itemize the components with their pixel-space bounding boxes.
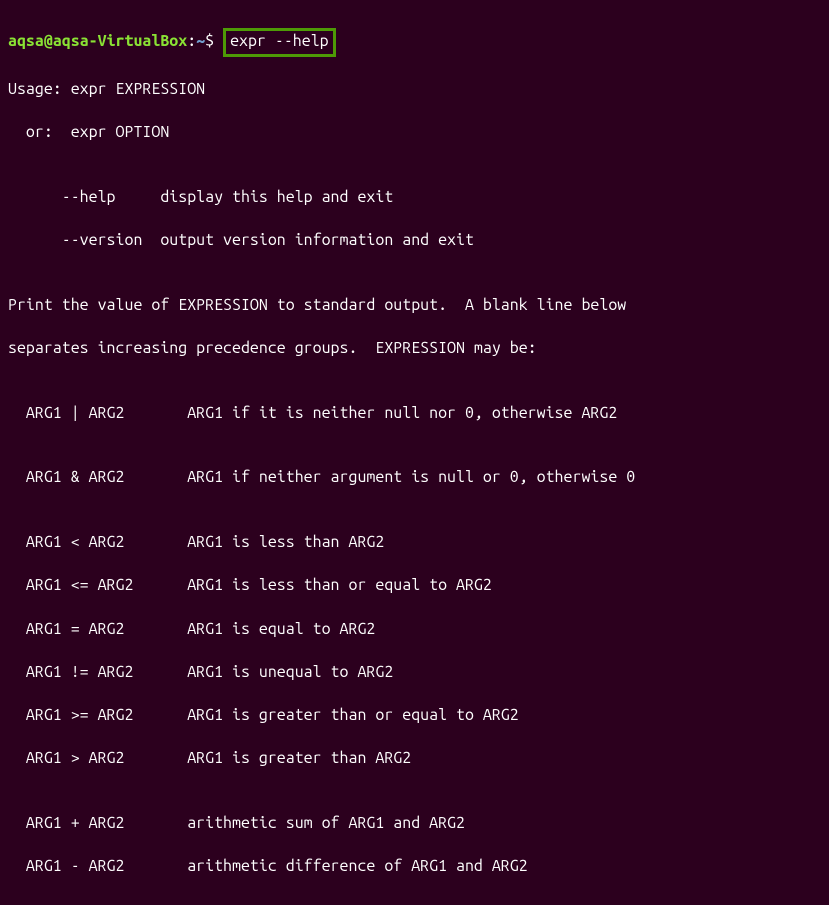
prompt-path: ~: [196, 32, 205, 50]
output-line: or: expr OPTION: [8, 122, 821, 144]
output-line: ARG1 + ARG2 arithmetic sum of ARG1 and A…: [8, 813, 821, 835]
output-line: ARG1 != ARG2 ARG1 is unequal to ARG2: [8, 662, 821, 684]
output-line: ARG1 >= ARG2 ARG1 is greater than or equ…: [8, 705, 821, 727]
prompt-host: aqsa-VirtualBox: [53, 32, 187, 50]
output-line: ARG1 > ARG2 ARG1 is greater than ARG2: [8, 748, 821, 770]
prompt-at: @: [44, 32, 53, 50]
output-line: ARG1 & ARG2 ARG1 if neither argument is …: [8, 467, 821, 489]
output-line: ARG1 - ARG2 arithmetic difference of ARG…: [8, 856, 821, 878]
prompt-colon: :: [187, 32, 196, 50]
command-text: expr --help: [230, 32, 329, 50]
terminal-window[interactable]: aqsa@aqsa-VirtualBox:~$ expr --help Usag…: [0, 0, 829, 905]
output-line: ARG1 | ARG2 ARG1 if it is neither null n…: [8, 403, 821, 425]
output-line: --version output version information and…: [8, 230, 821, 252]
prompt-line: aqsa@aqsa-VirtualBox:~$ expr --help: [8, 28, 821, 58]
output-line: ARG1 <= ARG2 ARG1 is less than or equal …: [8, 575, 821, 597]
command-highlight-box: expr --help: [223, 28, 336, 58]
output-line: Usage: expr EXPRESSION: [8, 79, 821, 101]
output-line: ARG1 = ARG2 ARG1 is equal to ARG2: [8, 619, 821, 641]
output-line: --help display this help and exit: [8, 187, 821, 209]
output-line: Print the value of EXPRESSION to standar…: [8, 295, 821, 317]
prompt-user: aqsa: [8, 32, 44, 50]
prompt-dollar: $: [205, 32, 223, 50]
output-line: separates increasing precedence groups. …: [8, 338, 821, 360]
